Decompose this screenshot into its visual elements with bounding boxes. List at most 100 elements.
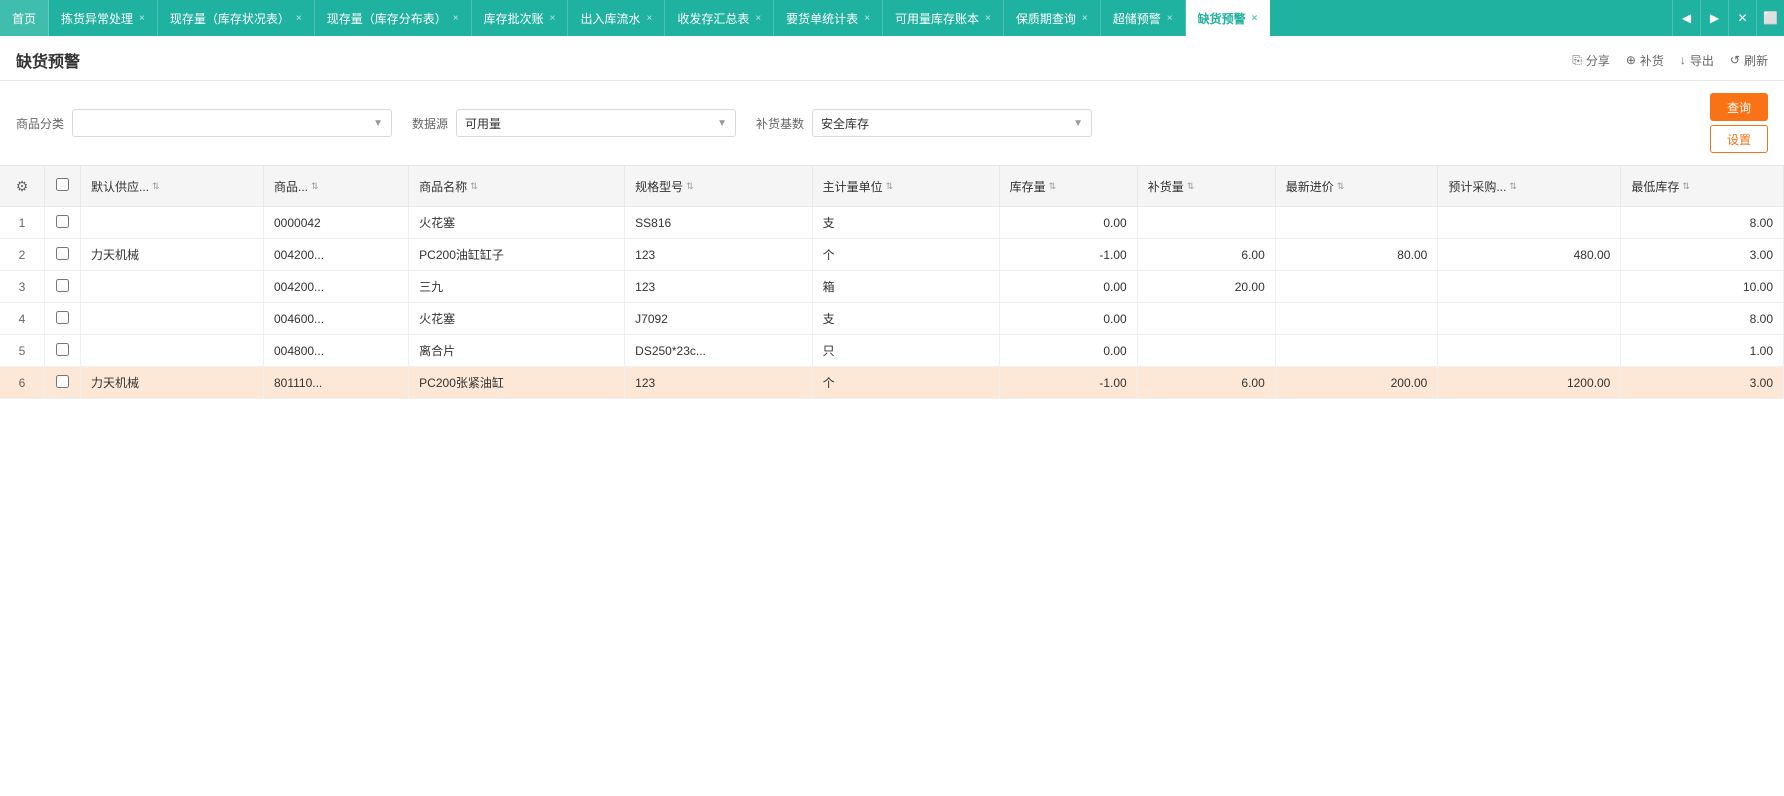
th-est-purchase-sort-icon: ⇅ xyxy=(1509,181,1517,192)
replenish-base-select[interactable]: 安全库存 ▼ xyxy=(812,109,1092,137)
replenish-button[interactable]: ⊕ 补货 xyxy=(1626,52,1664,69)
tab-label: 现存量（库存分布表） xyxy=(327,10,447,27)
page-title: 缺货预警 xyxy=(16,48,80,72)
settings-button[interactable]: 设置 xyxy=(1710,125,1768,153)
row-spec-5: DS250*23c... xyxy=(625,335,812,367)
tab-item-inventory-dist[interactable]: 现存量（库存分布表） × xyxy=(315,0,472,36)
tab-item-receive-summary[interactable]: 收发存汇总表× xyxy=(665,0,774,36)
tab-item-batch-account[interactable]: 库存批次账× xyxy=(472,0,569,36)
row-supplier-1 xyxy=(81,207,264,239)
refresh-button[interactable]: ↺ 刷新 xyxy=(1730,52,1768,69)
tab-close-inout-flow[interactable]: × xyxy=(646,13,652,24)
category-arrow-icon: ▼ xyxy=(373,118,383,129)
th-latest-price[interactable]: 最新进价 ⇅ xyxy=(1275,166,1438,207)
tab-close-expiry-query[interactable]: × xyxy=(1082,13,1088,24)
row-spec-4: J7092 xyxy=(625,303,812,335)
row-product-name-3: 三九 xyxy=(409,271,625,303)
tab-close-available-ledger[interactable]: × xyxy=(985,13,991,24)
th-spec[interactable]: 规格型号 ⇅ xyxy=(625,166,812,207)
row-product-name-4: 火花塞 xyxy=(409,303,625,335)
row-supplier-2: 力天机械 xyxy=(81,239,264,271)
th-replenish[interactable]: 补货量 ⇅ xyxy=(1137,166,1275,207)
row-num-5: 5 xyxy=(0,335,45,367)
row-stock-5: 0.00 xyxy=(999,335,1137,367)
row-product-name-5: 离合片 xyxy=(409,335,625,367)
tab-item-inout-flow[interactable]: 出入库流水× xyxy=(568,0,665,36)
tab-item-available-ledger[interactable]: 可用量库存账本 × xyxy=(883,0,1004,36)
th-product-name[interactable]: 商品名称 ⇅ xyxy=(409,166,625,207)
row-checkbox-1[interactable] xyxy=(56,215,69,228)
replenish-base-label: 补货基数 xyxy=(756,115,804,132)
row-checkbox-5[interactable] xyxy=(56,343,69,356)
tab-prev-button[interactable]: ◀ xyxy=(1672,0,1700,36)
tab-item-exception[interactable]: 拣货异常处理× xyxy=(49,0,158,36)
row-product-code-5: 004800... xyxy=(264,335,409,367)
tab-bar: 首页拣货异常处理×现存量（库存状况表）×现存量（库存分布表）×库存批次账×出入库… xyxy=(0,0,1784,36)
share-icon: ⎘ xyxy=(1572,53,1582,68)
row-supplier-5 xyxy=(81,335,264,367)
tab-item-order-stat[interactable]: 要货单统计表× xyxy=(774,0,883,36)
category-select[interactable]: ▼ xyxy=(72,109,392,137)
tab-next-button[interactable]: ▶ xyxy=(1700,0,1728,36)
th-replenish-label: 补货量 xyxy=(1148,178,1184,195)
row-min-stock-5: 1.00 xyxy=(1621,335,1784,367)
th-supplier-label: 默认供应... xyxy=(91,178,149,195)
row-checkbox-cell-1 xyxy=(45,207,81,239)
tab-item-overstock[interactable]: 超储预警× xyxy=(1101,0,1186,36)
row-est-purchase-3 xyxy=(1438,271,1621,303)
row-latest-price-2: 80.00 xyxy=(1275,239,1438,271)
tab-close-order-stat[interactable]: × xyxy=(864,13,870,24)
tab-item-inventory-status[interactable]: 现存量（库存状况表）× xyxy=(158,0,315,36)
row-num-3: 3 xyxy=(0,271,45,303)
tab-close-shortage[interactable]: × xyxy=(1252,13,1258,24)
th-stock-sort-icon: ⇅ xyxy=(1049,181,1057,192)
row-stock-1: 0.00 xyxy=(999,207,1137,239)
gear-settings-icon[interactable]: ⚙ xyxy=(10,174,34,198)
row-checkbox-2[interactable] xyxy=(56,247,69,260)
tab-navigation: ◀ ▶ ✕ ⬜ xyxy=(1672,0,1784,36)
datasource-select[interactable]: 可用量 ▼ xyxy=(456,109,736,137)
row-min-stock-3: 10.00 xyxy=(1621,271,1784,303)
tab-label: 可用量库存账本 xyxy=(895,10,979,27)
row-num-4: 4 xyxy=(0,303,45,335)
row-checkbox-4[interactable] xyxy=(56,311,69,324)
tab-close-window-button[interactable]: ✕ xyxy=(1728,0,1756,36)
th-min-stock[interactable]: 最低库存 ⇅ xyxy=(1621,166,1784,207)
row-stock-3: 0.00 xyxy=(999,271,1137,303)
tab-close-exception[interactable]: × xyxy=(139,13,145,24)
tab-close-batch-account[interactable]: × xyxy=(550,13,556,24)
main-content: 缺货预警 ⎘ 分享 ⊕ 补货 ↓ 导出 ↺ 刷新 商品分类 xyxy=(0,36,1784,796)
table-body: 1 0000042 火花塞 SS816 支 0.00 8.00 2 力天机械 0… xyxy=(0,207,1784,399)
datasource-label: 数据源 xyxy=(412,115,448,132)
datasource-filter-group: 数据源 可用量 ▼ xyxy=(412,109,736,137)
tab-close-inventory-dist[interactable]: × xyxy=(453,13,459,24)
th-stock[interactable]: 库存量 ⇅ xyxy=(999,166,1137,207)
table-row: 2 力天机械 004200... PC200油缸缸子 123 个 -1.00 6… xyxy=(0,239,1784,271)
row-checkbox-3[interactable] xyxy=(56,279,69,292)
table-row: 3 004200... 三九 123 箱 0.00 20.00 10.00 xyxy=(0,271,1784,303)
tab-item-expiry-query[interactable]: 保质期查询 × xyxy=(1004,0,1101,36)
th-est-purchase[interactable]: 预计采购... ⇅ xyxy=(1438,166,1621,207)
row-checkbox-6[interactable] xyxy=(56,375,69,388)
tab-close-receive-summary[interactable]: × xyxy=(755,13,761,24)
row-product-name-1: 火花塞 xyxy=(409,207,625,239)
row-spec-3: 123 xyxy=(625,271,812,303)
share-button[interactable]: ⎘ 分享 xyxy=(1572,52,1610,69)
tab-maximize-button[interactable]: ⬜ xyxy=(1756,0,1784,36)
th-unit[interactable]: 主计量单位 ⇅ xyxy=(812,166,999,207)
tab-item-shortage[interactable]: 缺货预警× xyxy=(1186,0,1271,36)
tab-close-inventory-status[interactable]: × xyxy=(296,13,302,24)
tab-close-overstock[interactable]: × xyxy=(1167,13,1173,24)
export-button[interactable]: ↓ 导出 xyxy=(1680,52,1714,69)
replenish-base-select-value: 安全库存 xyxy=(821,115,869,132)
tab-label: 保质期查询 xyxy=(1016,10,1076,27)
select-all-checkbox[interactable] xyxy=(56,178,69,191)
th-unit-sort-icon: ⇅ xyxy=(886,181,894,192)
th-latest-price-sort-icon: ⇅ xyxy=(1337,181,1345,192)
th-supplier[interactable]: 默认供应... ⇅ xyxy=(81,166,264,207)
th-supplier-sort-icon: ⇅ xyxy=(152,181,160,192)
row-num-2: 2 xyxy=(0,239,45,271)
th-product-code[interactable]: 商品... ⇅ xyxy=(264,166,409,207)
tab-item-home[interactable]: 首页 xyxy=(0,0,49,36)
query-button[interactable]: 查询 xyxy=(1710,93,1768,121)
